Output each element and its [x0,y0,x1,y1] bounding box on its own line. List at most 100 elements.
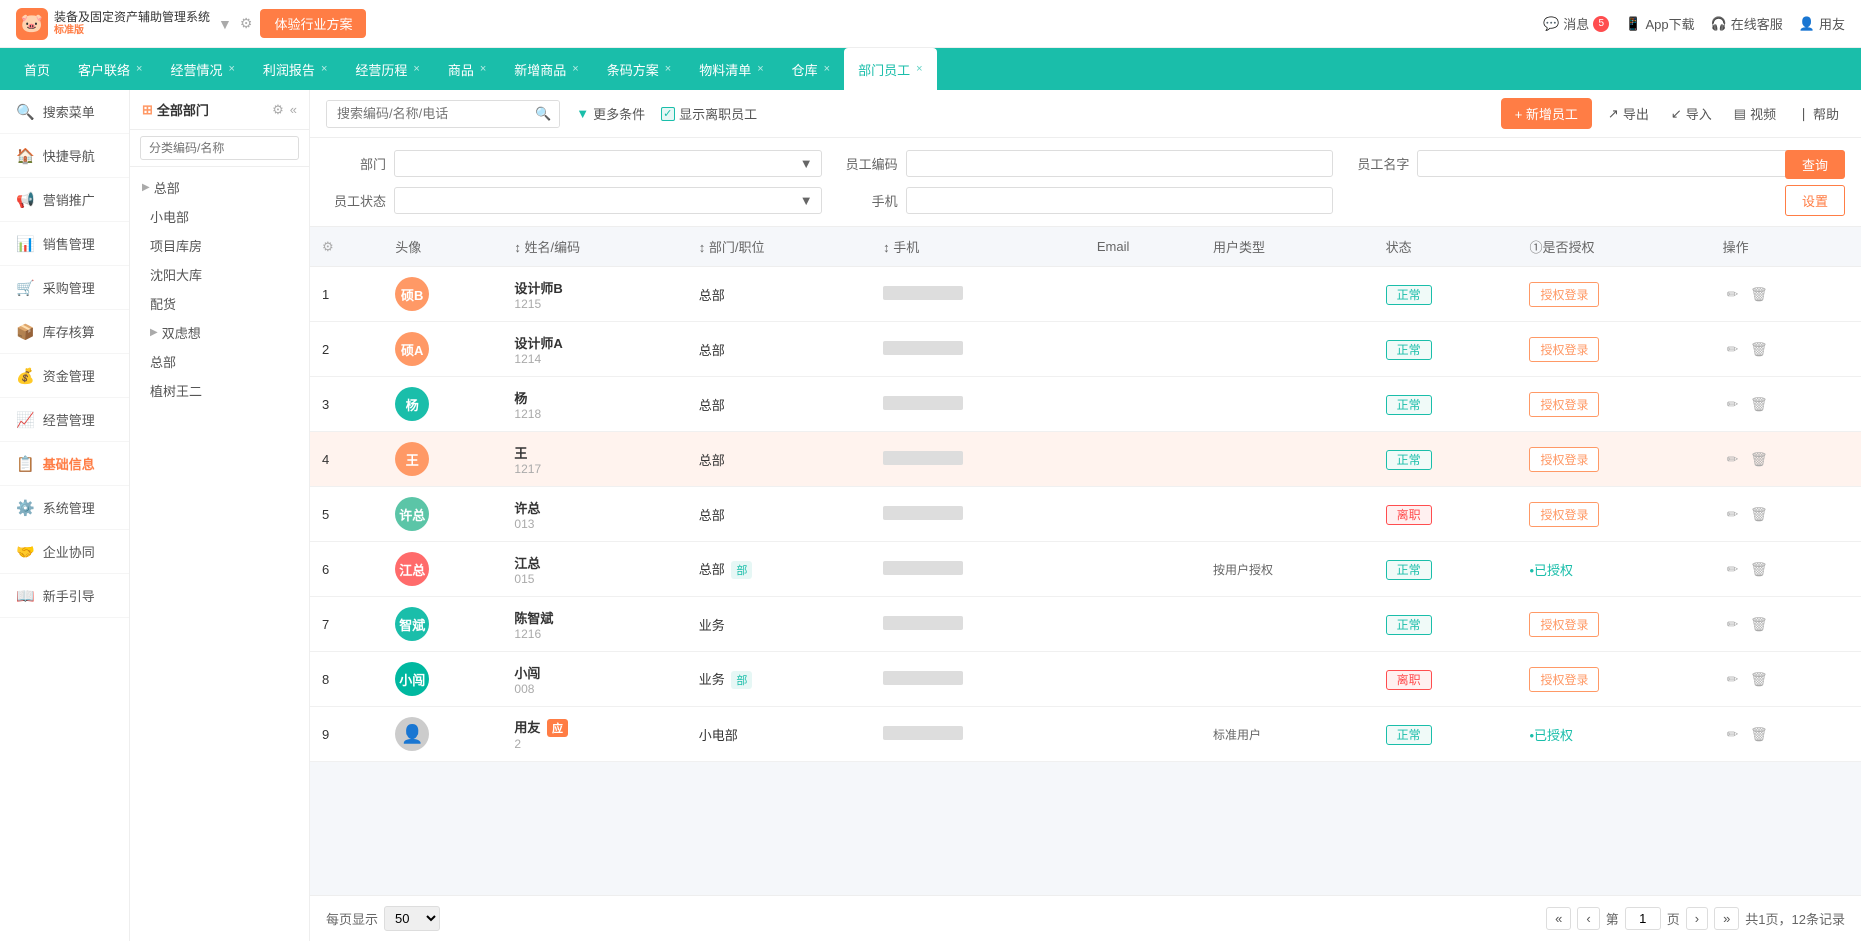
more-filter-btn[interactable]: ▼ 更多条件 [568,99,653,128]
nav-tab-部门员工[interactable]: 部门员工× [844,48,936,90]
dept-node-总部[interactable]: ▶ 总部 [130,173,309,202]
status-select[interactable]: ▼ [394,187,822,214]
tab-close-icon[interactable]: × [413,63,419,75]
edit-btn[interactable]: ✏ [1723,394,1743,415]
left-nav-item-搜索菜单[interactable]: 🔍搜索菜单 [0,90,129,134]
left-nav-item-基础信息[interactable]: 📋基础信息 [0,442,129,486]
dept-node-双虑想[interactable]: ▶ 双虑想 [130,318,309,347]
edit-btn[interactable]: ✏ [1723,669,1743,690]
phone-input[interactable] [906,187,1334,214]
settings-icon[interactable]: ⚙ [240,15,253,32]
show-resigned-checkbox-label[interactable]: 显示离职员工 [661,104,757,123]
left-nav-item-企业协同[interactable]: 🤝企业协同 [0,530,129,574]
edit-btn[interactable]: ✏ [1723,504,1743,525]
dept-node-小电部[interactable]: 小电部 [130,202,309,231]
dept-collapse-btn[interactable]: « [290,102,297,118]
page-input[interactable] [1625,907,1661,930]
dept-node-项目库房[interactable]: 项目库房 [130,231,309,260]
edit-btn[interactable]: ✏ [1723,614,1743,635]
per-page-select[interactable]: 50 20 100 [384,906,440,931]
left-nav-item-采购管理[interactable]: 🛒采购管理 [0,266,129,310]
edit-btn[interactable]: ✏ [1723,284,1743,305]
edit-btn[interactable]: ✏ [1723,559,1743,580]
left-nav-item-经营管理[interactable]: 📈经营管理 [0,398,129,442]
nav-tab-新增商品[interactable]: 新增商品× [500,48,592,90]
tab-close-icon[interactable]: × [321,63,327,75]
employee-code-input[interactable] [906,150,1334,177]
edit-btn[interactable]: ✏ [1723,724,1743,745]
delete-btn[interactable]: 🗑 [1746,504,1772,525]
dept-node-沈阳大库[interactable]: 沈阳大库 [130,260,309,289]
nav-tab-物料清单[interactable]: 物料清单× [685,48,777,90]
tab-close-icon[interactable]: × [136,63,142,75]
main-layout: 🔍搜索菜单🏠快捷导航📢营销推广📊销售管理🛒采购管理📦库存核算💰资金管理📈经营管理… [0,90,1861,941]
nav-tab-商品[interactable]: 商品× [434,48,500,90]
nav-tab-客户联络[interactable]: 客户联络× [64,48,156,90]
online-service-btn[interactable]: 🎧 在线客服 [1711,14,1783,33]
search-icon[interactable]: 🔍 [527,101,559,127]
search-input[interactable] [327,101,527,126]
dept-node-植树王二[interactable]: 植树王二 [130,376,309,405]
auth-login-btn[interactable]: 授权登录 [1529,447,1599,472]
auth-login-btn[interactable]: 授权登录 [1529,612,1599,637]
left-nav-item-新手引导[interactable]: 📖新手引导 [0,574,129,618]
dept-search-input[interactable] [140,136,299,160]
next-page-btn[interactable]: › [1686,907,1708,930]
left-nav-item-快捷导航[interactable]: 🏠快捷导航 [0,134,129,178]
edit-btn[interactable]: ✏ [1723,339,1743,360]
dropdown-icon[interactable]: ▼ [218,16,232,32]
reset-btn[interactable]: 设置 [1785,185,1845,216]
app-download-btn[interactable]: 📱 App下载 [1625,14,1694,33]
dept-node-配货[interactable]: 配货 [130,289,309,318]
nav-tab-条码方案[interactable]: 条码方案× [593,48,685,90]
trial-button[interactable]: 体验行业方案 [260,9,366,38]
auth-login-btn[interactable]: 授权登录 [1529,502,1599,527]
left-nav-item-销售管理[interactable]: 📊销售管理 [0,222,129,266]
delete-btn[interactable]: 🗑 [1746,449,1772,470]
show-resigned-checkbox[interactable] [661,107,675,121]
delete-btn[interactable]: 🗑 [1746,559,1772,580]
left-nav-item-系统管理[interactable]: ⚙️系统管理 [0,486,129,530]
delete-btn[interactable]: 🗑 [1746,724,1772,745]
tab-close-icon[interactable]: × [665,63,671,75]
delete-btn[interactable]: 🗑 [1746,284,1772,305]
nav-tab-首页[interactable]: 首页 [10,48,64,90]
nav-tab-利润报告[interactable]: 利润报告× [249,48,341,90]
tab-close-icon[interactable]: × [757,63,763,75]
tab-close-icon[interactable]: × [480,63,486,75]
auth-login-btn[interactable]: 授权登录 [1529,392,1599,417]
nav-tab-经营历程[interactable]: 经营历程× [341,48,433,90]
add-employee-btn[interactable]: + 新增员工 [1501,98,1592,129]
dept-node-总部[interactable]: 总部 [130,347,309,376]
edit-btn[interactable]: ✏ [1723,449,1743,470]
user-btn[interactable]: 👤 用友 [1799,14,1845,33]
nav-tab-经营情况[interactable]: 经营情况× [156,48,248,90]
delete-btn[interactable]: 🗑 [1746,614,1772,635]
messages-btn[interactable]: 💬 消息 5 [1543,14,1609,33]
left-nav-item-营销推广[interactable]: 📢营销推广 [0,178,129,222]
delete-btn[interactable]: 🗑 [1746,339,1772,360]
import-btn[interactable]: ↙ 导入 [1665,100,1718,127]
dept-settings-icon[interactable]: ⚙ [272,102,284,118]
auth-login-btn[interactable]: 授权登录 [1529,282,1599,307]
last-page-btn[interactable]: » [1714,907,1739,930]
export-btn[interactable]: ↗ 导出 [1602,100,1655,127]
tab-close-icon[interactable]: × [228,63,234,75]
delete-btn[interactable]: 🗑 [1746,394,1772,415]
first-page-btn[interactable]: « [1546,907,1571,930]
auth-login-btn[interactable]: 授权登录 [1529,667,1599,692]
left-nav-item-库存核算[interactable]: 📦库存核算 [0,310,129,354]
tab-close-icon[interactable]: × [572,63,578,75]
auth-login-btn[interactable]: 授权登录 [1529,337,1599,362]
tab-close-icon[interactable]: × [824,63,830,75]
tab-close-icon[interactable]: × [916,63,922,75]
left-nav-item-资金管理[interactable]: 💰资金管理 [0,354,129,398]
prev-page-btn[interactable]: ‹ [1577,907,1599,930]
query-btn[interactable]: 查询 [1785,150,1845,179]
nav-tab-仓库[interactable]: 仓库× [778,48,844,90]
help-btn[interactable]: ❘ 帮助 [1792,100,1845,127]
view-btn[interactable]: ▤ 视频 [1728,100,1782,127]
dept-select[interactable]: ▼ [394,150,822,177]
delete-btn[interactable]: 🗑 [1746,669,1772,690]
employee-name-input[interactable] [1417,150,1845,177]
